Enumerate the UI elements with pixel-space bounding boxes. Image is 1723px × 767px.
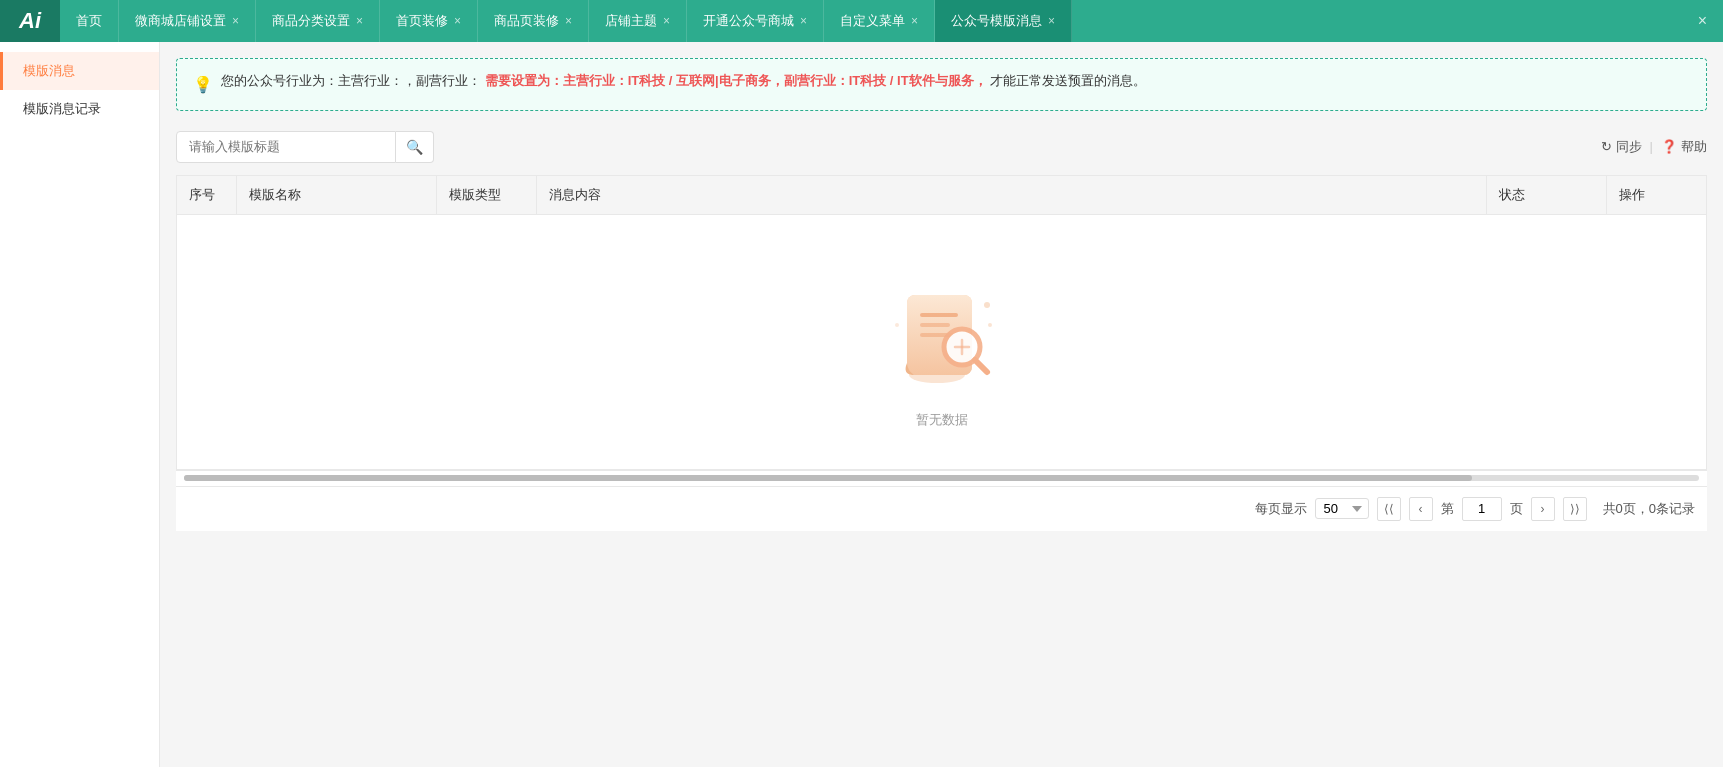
nav-tab-open-mall[interactable]: 开通公众号商城 × xyxy=(687,0,824,42)
close-tab-category-settings[interactable]: × xyxy=(356,14,363,28)
horizontal-scrollbar[interactable] xyxy=(176,470,1707,486)
close-tab-open-mall[interactable]: × xyxy=(800,14,807,28)
nav-tab-product-decor[interactable]: 商品页装修 × xyxy=(478,0,589,42)
col-name: 模版名称 xyxy=(237,175,437,214)
sync-help-divider: | xyxy=(1650,139,1653,154)
scrollbar-track xyxy=(184,475,1699,481)
empty-illustration xyxy=(882,275,1002,395)
help-icon: ❓ xyxy=(1661,139,1677,154)
col-status: 状态 xyxy=(1487,175,1607,214)
col-type: 模版类型 xyxy=(437,175,537,214)
page-size-select[interactable]: 50 10 20 100 xyxy=(1315,498,1369,519)
search-input[interactable] xyxy=(176,131,396,163)
svg-point-11 xyxy=(895,323,899,327)
prev-page-button[interactable]: ‹ xyxy=(1409,497,1433,521)
search-left: 🔍 xyxy=(176,131,434,163)
main-layout: 模版消息 模版消息记录 💡 您的公众号行业为：主营行业：，副营行业： 需要设置为… xyxy=(0,42,1723,767)
nav-tab-category-settings[interactable]: 商品分类设置 × xyxy=(256,0,380,42)
data-table: 序号 模版名称 模版类型 消息内容 状态 操作 xyxy=(176,175,1707,470)
close-tab-custom-menu[interactable]: × xyxy=(911,14,918,28)
empty-state: 暂无数据 xyxy=(177,215,1706,469)
svg-point-12 xyxy=(988,323,992,327)
sidebar: 模版消息 模版消息记录 xyxy=(0,42,160,767)
search-bar: 🔍 ↻ 同步 | ❓ 帮助 xyxy=(176,131,1707,163)
nav-tab-template-message[interactable]: 公众号模版消息 × xyxy=(935,0,1072,42)
first-page-button[interactable]: ⟨⟨ xyxy=(1377,497,1401,521)
top-navigation: Ai 首页 微商城店铺设置 × 商品分类设置 × 首页装修 × 商品页装修 × … xyxy=(0,0,1723,42)
col-action: 操作 xyxy=(1607,175,1707,214)
search-icon: 🔍 xyxy=(406,139,423,155)
main-content: 💡 您的公众号行业为：主营行业：，副营行业： 需要设置为：主营行业：IT科技 /… xyxy=(160,42,1723,767)
close-tab-product-decor[interactable]: × xyxy=(565,14,572,28)
svg-rect-3 xyxy=(920,313,958,317)
sidebar-item-template-message[interactable]: 模版消息 xyxy=(0,52,159,90)
close-tab-store-settings[interactable]: × xyxy=(232,14,239,28)
page-word: 页 xyxy=(1510,500,1523,518)
alert-icon: 💡 xyxy=(193,72,213,98)
page-size-label: 每页显示 xyxy=(1255,500,1307,518)
alert-text: 您的公众号行业为：主营行业：，副营行业： 需要设置为：主营行业：IT科技 / 互… xyxy=(221,71,1146,92)
empty-text: 暂无数据 xyxy=(177,411,1706,429)
nav-tab-custom-menu[interactable]: 自定义菜单 × xyxy=(824,0,935,42)
search-button[interactable]: 🔍 xyxy=(396,131,434,163)
nav-tab-home-decor[interactable]: 首页装修 × xyxy=(380,0,478,42)
sync-button[interactable]: ↻ 同步 xyxy=(1601,138,1642,156)
last-page-button[interactable]: ⟩⟩ xyxy=(1563,497,1587,521)
svg-point-10 xyxy=(984,302,990,308)
industry-alert: 💡 您的公众号行业为：主营行业：，副营行业： 需要设置为：主营行业：IT科技 /… xyxy=(176,58,1707,111)
nav-tab-store-settings[interactable]: 微商城店铺设置 × xyxy=(119,0,256,42)
nav-tab-store-theme[interactable]: 店铺主题 × xyxy=(589,0,687,42)
col-index: 序号 xyxy=(177,175,237,214)
empty-state-row: 暂无数据 xyxy=(177,214,1707,469)
di-word: 第 xyxy=(1441,500,1454,518)
pagination: 每页显示 50 10 20 100 ⟨⟨ ‹ 第 页 › ⟩⟩ 共0页，0条记录 xyxy=(176,486,1707,531)
col-content: 消息内容 xyxy=(537,175,1487,214)
close-tab-store-theme[interactable]: × xyxy=(663,14,670,28)
close-all-button[interactable]: × xyxy=(1682,12,1723,30)
svg-rect-4 xyxy=(920,323,950,327)
nav-tab-home[interactable]: 首页 xyxy=(60,0,119,42)
search-right: ↻ 同步 | ❓ 帮助 xyxy=(1601,138,1707,156)
sidebar-item-template-record[interactable]: 模版消息记录 xyxy=(0,90,159,128)
svg-line-7 xyxy=(975,360,987,372)
close-tab-template-message[interactable]: × xyxy=(1048,14,1055,28)
help-button[interactable]: ❓ 帮助 xyxy=(1661,138,1707,156)
scrollbar-thumb[interactable] xyxy=(184,475,1472,481)
sync-icon: ↻ xyxy=(1601,139,1612,154)
table-header-row: 序号 模版名称 模版类型 消息内容 状态 操作 xyxy=(177,175,1707,214)
page-number-input[interactable] xyxy=(1462,497,1502,521)
app-logo: Ai xyxy=(0,0,60,42)
next-page-button[interactable]: › xyxy=(1531,497,1555,521)
close-tab-home-decor[interactable]: × xyxy=(454,14,461,28)
total-info: 共0页，0条记录 xyxy=(1603,500,1695,518)
